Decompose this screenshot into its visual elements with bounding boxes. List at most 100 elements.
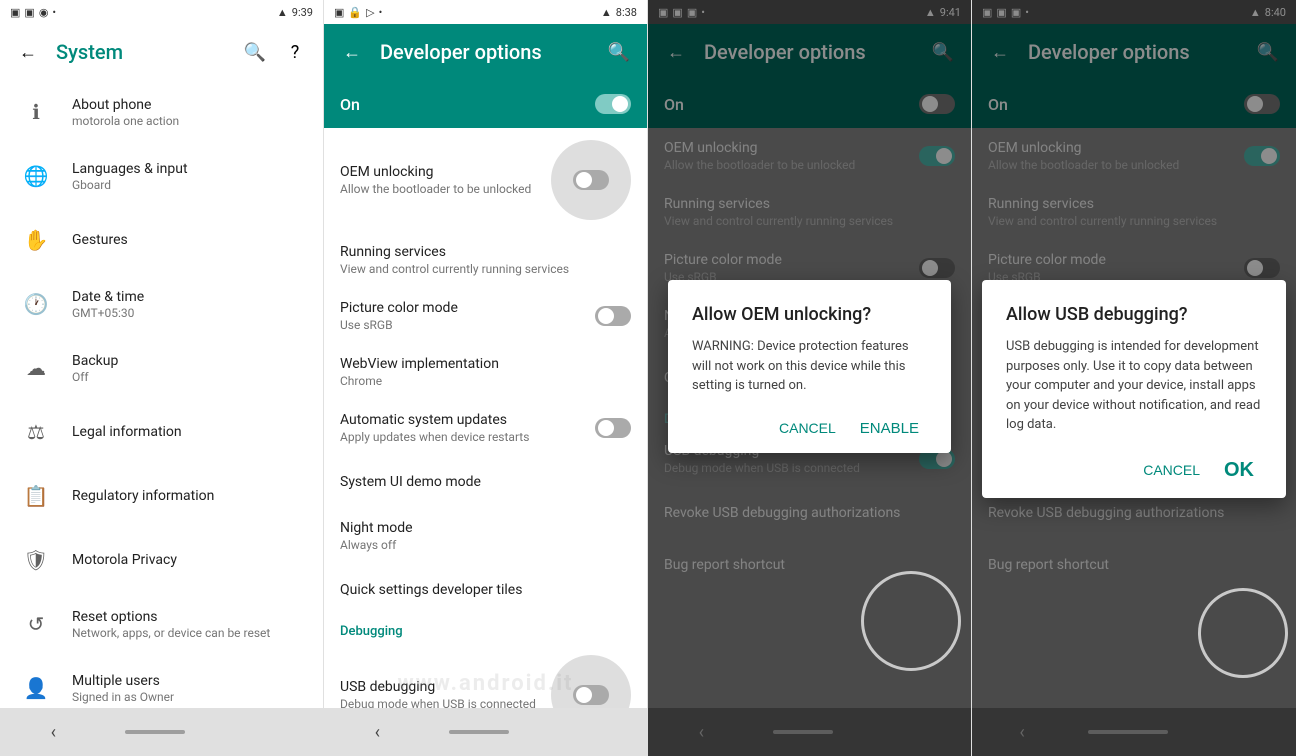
languages-subtitle: Gboard <box>72 178 307 192</box>
usb-toggle[interactable] <box>573 685 609 705</box>
search-button-left[interactable]: 🔍 <box>243 40 267 64</box>
sim-icon: ▣ <box>10 6 20 19</box>
webview-subtitle: Chrome <box>340 374 631 388</box>
legal-title: Legal information <box>72 424 307 440</box>
toggle-thumb-on-middle <box>612 96 628 112</box>
panel-right2: ▣ ▣ ▣ • ▲ 8:40 ← Developer options 🔍 On … <box>972 0 1296 756</box>
privacy-title: Motorola Privacy <box>72 552 307 568</box>
oem-subtitle: Allow the bootloader to be unlocked <box>340 182 551 196</box>
oem-toggle[interactable] <box>573 170 609 190</box>
left-item-datetime[interactable]: 🕐 Date & time GMT+05:30 <box>0 272 323 336</box>
picture-subtitle: Use sRGB <box>340 318 595 332</box>
left-item-languages[interactable]: 🌐 Languages & input Gboard <box>0 144 323 208</box>
usb-toggle-circle[interactable] <box>551 655 631 708</box>
quick-settings-item[interactable]: Quick settings developer tiles <box>324 564 647 616</box>
datetime-subtitle: GMT+05:30 <box>72 306 307 320</box>
nav-indicator-left <box>125 730 185 734</box>
toolbar-title-left: System <box>56 40 227 64</box>
wifi-icon: ▲ <box>277 6 288 19</box>
status-icons-middle: ▣ 🔒 ▷ • <box>334 6 382 19</box>
usb-debug-title: USB debugging <box>340 679 551 695</box>
on-row-middle[interactable]: On <box>324 80 647 128</box>
wifi-icon-m: ▲ <box>601 6 612 19</box>
lock-icon-m: 🔒 <box>348 6 362 19</box>
night-mode-item[interactable]: Night mode Always off <box>324 508 647 564</box>
oem-cancel-button[interactable]: Cancel <box>771 412 844 445</box>
oem-toggle-circle[interactable] <box>551 140 631 220</box>
left-item-users[interactable]: 👤 Multiple users Signed in as Owner <box>0 656 323 708</box>
left-item-backup[interactable]: ☁ Backup Off <box>0 336 323 400</box>
oem-dialog-body: WARNING: Device protection features will… <box>692 337 927 396</box>
oem-confirm-button[interactable]: Enable <box>852 412 927 445</box>
toolbar-title-middle: Developer options <box>380 40 591 64</box>
signal-icon-m: ▣ <box>334 6 344 19</box>
left-item-about[interactable]: ℹ About phone motorola one action <box>0 80 323 144</box>
status-right-middle: ▲ 8:38 <box>601 6 637 19</box>
reset-subtitle: Network, apps, or device can be reset <box>72 626 307 640</box>
auto-update-item[interactable]: Automatic system updates Apply updates w… <box>324 400 647 456</box>
sim2-icon: ▣ <box>24 6 34 19</box>
picture-color-item[interactable]: Picture color mode Use sRGB <box>324 288 647 344</box>
left-item-privacy[interactable]: 🛡 Motorola Privacy <box>0 528 323 592</box>
usb-dialog: Allow USB debugging? USB debugging is in… <box>982 280 1286 498</box>
dot-icon: • <box>52 6 56 19</box>
toggle-thumb-picture <box>598 308 614 324</box>
status-right-left: ▲ 9:39 <box>277 6 313 19</box>
left-nav-list: ℹ About phone motorola one action 🌐 Lang… <box>0 80 323 708</box>
back-button-middle[interactable]: ← <box>340 40 364 64</box>
toolbar-middle: ← Developer options 🔍 <box>324 24 647 80</box>
about-icon: ℹ <box>16 92 56 132</box>
left-item-regulatory[interactable]: 📋 Regulatory information <box>0 464 323 528</box>
usb-dialog-title: Allow USB debugging? <box>1006 304 1262 325</box>
demo-mode-item[interactable]: System UI demo mode <box>324 456 647 508</box>
usb-cancel-button[interactable]: Cancel <box>1135 451 1208 490</box>
running-title: Running services <box>340 244 631 260</box>
middle-settings-list: OEM unlocking Allow the bootloader to be… <box>324 128 647 708</box>
toggle-thumb-oem <box>576 172 592 188</box>
datetime-icon: 🕐 <box>16 284 56 324</box>
usb-dialog-actions: Cancel OK <box>1006 451 1262 490</box>
picture-toggle[interactable] <box>595 306 631 326</box>
auto-update-toggle[interactable] <box>595 418 631 438</box>
gestures-icon: ✋ <box>16 220 56 260</box>
status-icons-left: ▣ ▣ ◉ • <box>10 6 56 19</box>
running-services-item[interactable]: Running services View and control curren… <box>324 232 647 288</box>
languages-icon: 🌐 <box>16 156 56 196</box>
toggle-thumb-usb <box>576 687 592 703</box>
oem-unlock-item[interactable]: OEM unlocking Allow the bootloader to be… <box>324 128 647 232</box>
usb-debug-item[interactable]: USB debugging Debug mode when USB is con… <box>324 643 647 708</box>
reset-title: Reset options <box>72 609 307 625</box>
about-subtitle: motorola one action <box>72 114 307 128</box>
usb-confirm-button[interactable]: OK <box>1216 451 1262 490</box>
panel-left: ▣ ▣ ◉ • ▲ 9:39 ← System 🔍 ? ℹ About phon… <box>0 0 324 756</box>
nav-indicator-middle <box>449 730 509 734</box>
about-title: About phone <box>72 97 307 113</box>
usb-dialog-body: USB debugging is intended for developmen… <box>1006 337 1262 435</box>
back-nav-left[interactable]: ‹ <box>51 722 56 743</box>
datetime-title: Date & time <box>72 289 307 305</box>
left-item-gestures[interactable]: ✋ Gestures <box>0 208 323 272</box>
left-item-legal[interactable]: ⚖ Legal information <box>0 400 323 464</box>
gestures-title: Gestures <box>72 232 307 248</box>
night-subtitle: Always off <box>340 538 631 552</box>
back-nav-middle[interactable]: ‹ <box>375 722 380 743</box>
search-button-middle[interactable]: 🔍 <box>607 40 631 64</box>
on-toggle-middle[interactable] <box>595 94 631 114</box>
demo-title: System UI demo mode <box>340 474 631 490</box>
webview-title: WebView implementation <box>340 356 631 372</box>
help-button-left[interactable]: ? <box>283 40 307 64</box>
toggle-thumb-update <box>598 420 614 436</box>
left-item-reset[interactable]: ↺ Reset options Network, apps, or device… <box>0 592 323 656</box>
oem-dialog-title: Allow OEM unlocking? <box>692 304 927 325</box>
panel-right1: ▣ ▣ ▣ • ▲ 9:41 ← Developer options 🔍 On … <box>648 0 972 756</box>
languages-title: Languages & input <box>72 161 307 177</box>
panel-middle: ▣ 🔒 ▷ • ▲ 8:38 ← Developer options 🔍 On … <box>324 0 648 756</box>
cast-icon-m: ▷ <box>366 6 374 19</box>
webview-item[interactable]: WebView implementation Chrome <box>324 344 647 400</box>
back-button-left[interactable]: ← <box>16 40 40 64</box>
backup-subtitle: Off <box>72 370 307 384</box>
status-bar-left: ▣ ▣ ◉ • ▲ 9:39 <box>0 0 323 24</box>
toolbar-left: ← System 🔍 ? <box>0 24 323 80</box>
backup-title: Backup <box>72 353 307 369</box>
picture-title: Picture color mode <box>340 300 595 316</box>
